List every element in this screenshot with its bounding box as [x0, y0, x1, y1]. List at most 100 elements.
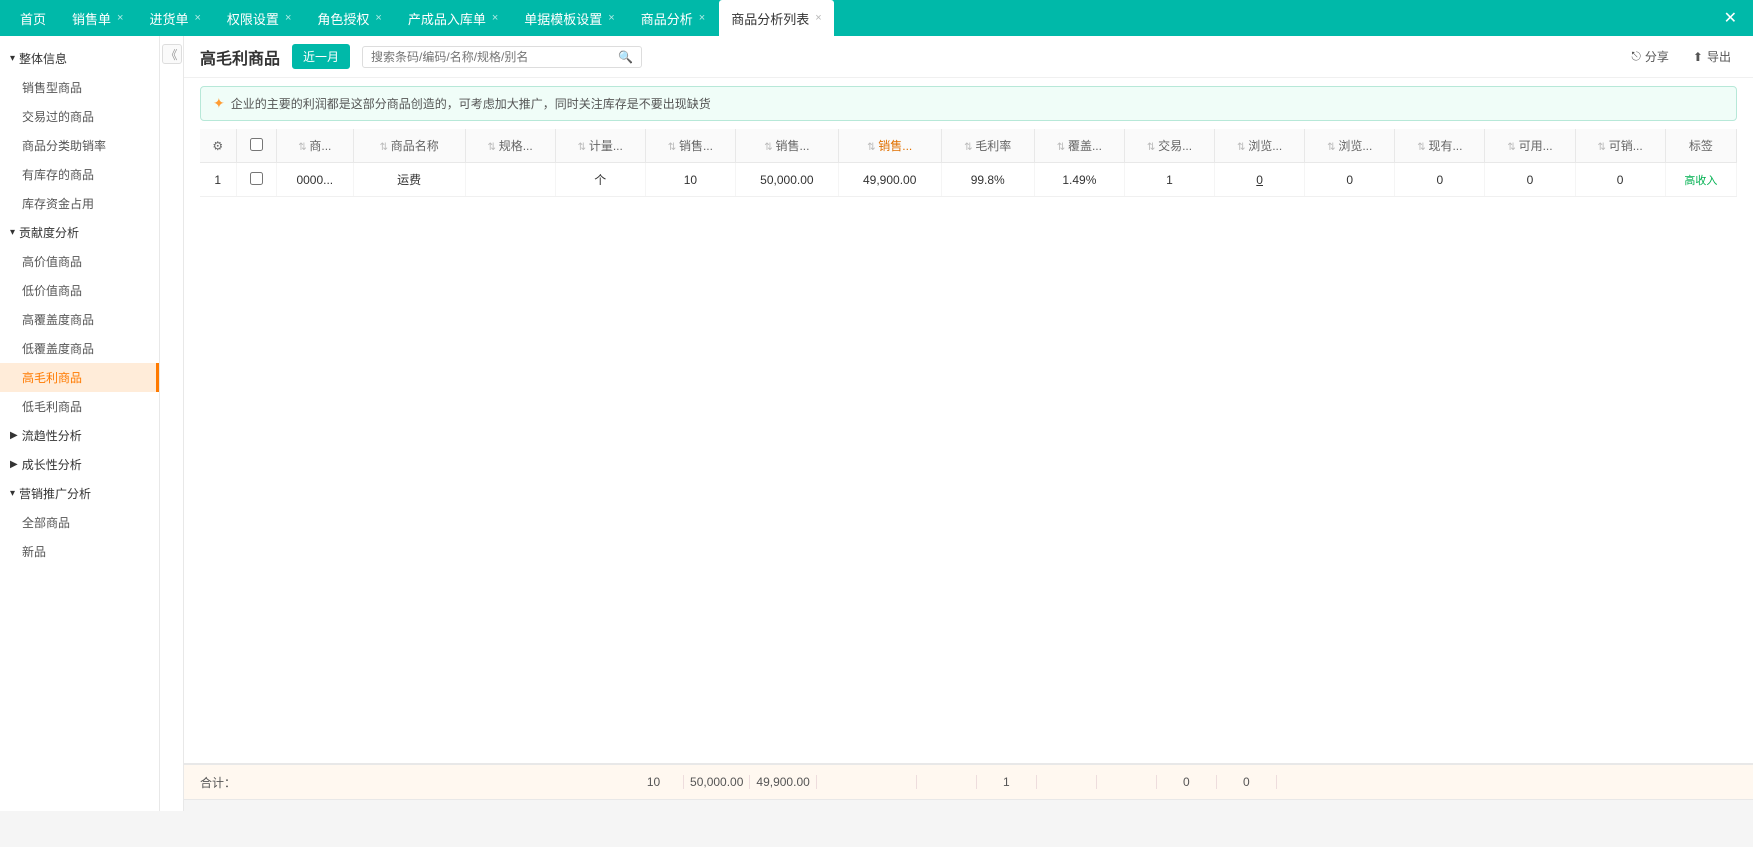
sidebar-collapse-button[interactable]: 《: [160, 36, 184, 811]
page-title: 高毛利商品: [200, 45, 280, 69]
close-analysis-tab[interactable]: ×: [699, 12, 705, 24]
td-sales1: 10: [645, 163, 735, 197]
export-button[interactable]: ⬆ 导出: [1687, 45, 1737, 68]
collapse-icon: 《: [162, 44, 182, 64]
arrow-overall: ▾: [10, 53, 15, 64]
table-container: ⚙ 商... 商品名称 规格... 计量... 销售... 销售... 销售..…: [184, 129, 1753, 763]
th-unit[interactable]: 计量...: [555, 129, 645, 163]
th-code[interactable]: 商...: [276, 129, 353, 163]
footer-cells: 10 50,000.00 49,900.00 1 0 0: [244, 775, 1737, 789]
th-transaction[interactable]: 交易...: [1124, 129, 1214, 163]
share-icon: ⎋: [1631, 49, 1641, 64]
sidebar-item-high-value[interactable]: 高价值商品: [0, 247, 159, 276]
close-all-button[interactable]: ✕: [1716, 4, 1745, 32]
th-sales2[interactable]: 销售...: [735, 129, 838, 163]
close-inventory-tab[interactable]: ×: [492, 12, 498, 24]
sidebar-group-trend-label: 流趋性分析: [22, 427, 82, 444]
arrow-trend: ▶: [10, 430, 18, 441]
nav-tab-roles[interactable]: 角色授权 ×: [305, 0, 393, 36]
td-browse2: 0: [1305, 163, 1395, 197]
td-code: 0000...: [276, 163, 353, 197]
data-table: ⚙ 商... 商品名称 规格... 计量... 销售... 销售... 销售..…: [200, 129, 1737, 197]
search-input[interactable]: [371, 50, 612, 64]
td-available: 0: [1485, 163, 1575, 197]
filter-btn-month[interactable]: 近一月: [292, 44, 350, 69]
table-row: 1 0000... 运费 个 10 50,000.00 49,900.00 99…: [200, 163, 1737, 197]
td-tag: 高收入: [1665, 163, 1736, 197]
export-icon: ⬆: [1693, 50, 1703, 64]
info-icon: ✦: [213, 95, 225, 112]
sidebar-item-low-margin[interactable]: 低毛利商品: [0, 392, 159, 421]
footer-sales1: 10: [624, 775, 684, 789]
nav-tab-analysis-list[interactable]: 商品分析列表 ×: [719, 0, 833, 36]
close-template-tab[interactable]: ×: [608, 12, 614, 24]
sidebar-group-marketing[interactable]: ▾ 营销推广分析: [0, 479, 159, 508]
sidebar-item-low-coverage[interactable]: 低覆盖度商品: [0, 334, 159, 363]
td-browse1[interactable]: 0: [1215, 163, 1305, 197]
th-checkbox: [236, 129, 276, 163]
footer-available: 0: [1217, 775, 1277, 789]
scrollbar-row[interactable]: [184, 799, 1753, 811]
tag-label: 高收入: [1684, 175, 1717, 187]
sidebar-item-in-stock[interactable]: 有库存的商品: [0, 160, 159, 189]
footer-spacer3: [1037, 775, 1097, 789]
footer-label: 合计：: [200, 774, 236, 791]
sidebar-item-high-coverage[interactable]: 高覆盖度商品: [0, 305, 159, 334]
sidebar-item-all-goods[interactable]: 全部商品: [0, 508, 159, 537]
close-roles-tab[interactable]: ×: [375, 12, 381, 24]
th-spec[interactable]: 规格...: [465, 129, 555, 163]
sidebar-group-overall[interactable]: ▾ 整体信息: [0, 44, 159, 73]
th-available[interactable]: 可用...: [1485, 129, 1575, 163]
td-sales2: 50,000.00: [735, 163, 838, 197]
td-sales3: 49,900.00: [838, 163, 941, 197]
th-settings[interactable]: ⚙: [200, 129, 236, 163]
sidebar-item-high-margin[interactable]: 高毛利商品: [0, 363, 159, 392]
sidebar-group-trend[interactable]: ▶ 流趋性分析: [0, 421, 159, 450]
content-area: 高毛利商品 近一月 🔍 ⎋ 分享 ⬆ 导出 ✦ 企业的主要的利润都是这部分商品创…: [184, 36, 1753, 811]
th-sales3[interactable]: 销售...: [838, 129, 941, 163]
sidebar-item-low-value[interactable]: 低价值商品: [0, 276, 159, 305]
search-box: 🔍: [362, 46, 642, 68]
td-name: 运费: [353, 163, 465, 197]
th-sales1[interactable]: 销售...: [645, 129, 735, 163]
sidebar-group-marketing-label: 营销推广分析: [19, 485, 91, 502]
sidebar-item-sales-goods[interactable]: 销售型商品: [0, 73, 159, 102]
td-saleable: 0: [1575, 163, 1665, 197]
nav-tab-purchase[interactable]: 进货单 ×: [137, 0, 212, 36]
share-button[interactable]: ⎋ 分享: [1625, 45, 1675, 68]
footer-sales3: 49,900.00: [750, 775, 816, 789]
close-sales-tab[interactable]: ×: [117, 12, 123, 24]
nav-tab-analysis[interactable]: 商品分析 ×: [629, 0, 717, 36]
nav-tab-template[interactable]: 单据模板设置 ×: [512, 0, 626, 36]
th-browse1[interactable]: 浏览...: [1215, 129, 1305, 163]
select-all-checkbox[interactable]: [250, 138, 263, 151]
table-footer: 合计： 10 50,000.00 49,900.00 1 0 0: [184, 763, 1753, 799]
sidebar-item-new-goods[interactable]: 新品: [0, 537, 159, 566]
nav-tab-home[interactable]: 首页: [8, 0, 58, 36]
td-transaction: 1: [1124, 163, 1214, 197]
close-purchase-tab[interactable]: ×: [194, 12, 200, 24]
th-coverage[interactable]: 覆盖...: [1034, 129, 1124, 163]
close-permissions-tab[interactable]: ×: [285, 12, 291, 24]
td-checkbox[interactable]: [236, 163, 276, 197]
row-checkbox[interactable]: [250, 172, 263, 185]
th-current[interactable]: 现有...: [1395, 129, 1485, 163]
th-name[interactable]: 商品名称: [353, 129, 465, 163]
nav-tab-inventory[interactable]: 产成品入库单 ×: [396, 0, 510, 36]
nav-tab-sales[interactable]: 销售单 ×: [60, 0, 135, 36]
nav-tab-permissions[interactable]: 权限设置 ×: [215, 0, 303, 36]
arrow-growth: ▶: [10, 459, 18, 470]
close-analysis-list-tab[interactable]: ×: [815, 12, 821, 24]
sidebar-item-category-rate[interactable]: 商品分类助销率: [0, 131, 159, 160]
sidebar-group-contribution[interactable]: ▾ 贡献度分析: [0, 218, 159, 247]
sidebar-group-growth[interactable]: ▶ 成长性分析: [0, 450, 159, 479]
sidebar-item-traded-goods[interactable]: 交易过的商品: [0, 102, 159, 131]
arrow-marketing: ▾: [10, 488, 15, 499]
search-icon[interactable]: 🔍: [618, 50, 633, 64]
sidebar-item-stock-capital[interactable]: 库存资金占用: [0, 189, 159, 218]
th-saleable[interactable]: 可销...: [1575, 129, 1665, 163]
sidebar-group-growth-label: 成长性分析: [22, 456, 82, 473]
th-gross-margin[interactable]: 毛利率: [941, 129, 1034, 163]
footer-transaction: 1: [977, 775, 1037, 789]
th-browse2[interactable]: 浏览...: [1305, 129, 1395, 163]
